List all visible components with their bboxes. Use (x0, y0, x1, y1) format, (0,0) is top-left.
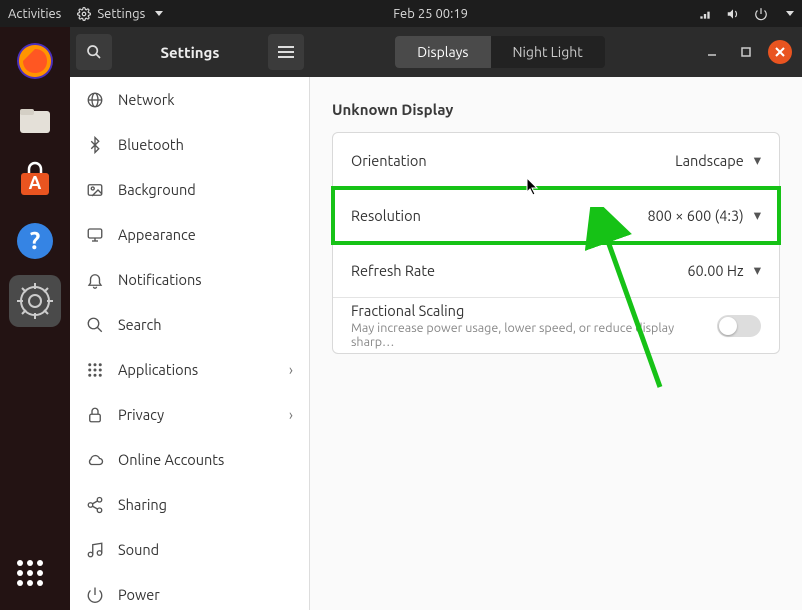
bell-icon (86, 271, 104, 289)
music-icon (86, 541, 104, 559)
grid-icon (86, 361, 104, 379)
volume-icon[interactable] (726, 7, 740, 21)
sidebar-item-notifications[interactable]: Notifications (70, 257, 309, 302)
sidebar-item-applications[interactable]: Applications › (70, 347, 309, 392)
lock-icon (86, 406, 104, 424)
network-icon[interactable] (698, 7, 712, 21)
sidebar-item-label: Online Accounts (118, 451, 224, 468)
chevron-down-icon (155, 11, 163, 16)
top-panel: Activities Settings Feb 25 00:19 (0, 0, 802, 27)
scaling-toggle[interactable] (717, 315, 761, 337)
search-button[interactable] (76, 34, 112, 70)
sidebar-item-online-accounts[interactable]: Online Accounts (70, 437, 309, 482)
settings-sidebar: Network Bluetooth Background Appearance … (70, 77, 310, 610)
display-panel: Orientation Landscape ▾ Resolution 800 ×… (332, 132, 780, 354)
sidebar-item-sharing[interactable]: Sharing (70, 482, 309, 527)
sidebar-item-label: Privacy (118, 406, 164, 423)
app-menu[interactable]: Settings (77, 7, 163, 21)
activities-button[interactable]: Activities (8, 7, 61, 21)
tab-night-light[interactable]: Night Light (491, 36, 605, 68)
dock-files[interactable] (9, 95, 61, 147)
svg-text:?: ? (30, 227, 41, 254)
sidebar-item-appearance[interactable]: Appearance (70, 212, 309, 257)
titlebar: Settings Displays Night Light (70, 27, 802, 77)
sidebar-item-label: Sound (118, 541, 159, 558)
gear-icon (77, 7, 91, 21)
minimize-button[interactable] (700, 40, 724, 64)
chevron-right-icon: › (289, 361, 293, 378)
sidebar-item-search[interactable]: Search (70, 302, 309, 347)
dock-settings[interactable] (9, 275, 61, 327)
sidebar-item-label: Applications (118, 361, 198, 378)
sidebar-item-label: Search (118, 316, 162, 333)
row-fractional-scaling[interactable]: Fractional Scaling May increase power us… (333, 298, 779, 353)
power-icon (86, 586, 104, 604)
display-settings-pane: Unknown Display Orientation Landscape ▾ … (310, 77, 802, 610)
section-title: Unknown Display (332, 101, 780, 118)
sidebar-item-background[interactable]: Background (70, 167, 309, 212)
chevron-down-icon: ▾ (754, 206, 761, 224)
dock: A ? (0, 27, 70, 610)
sidebar-item-label: Bluetooth (118, 136, 184, 153)
show-applications[interactable] (17, 560, 53, 596)
sidebar-item-label: Background (118, 181, 196, 198)
window-title: Settings (118, 44, 262, 61)
search-icon (86, 316, 104, 334)
sidebar-item-privacy[interactable]: Privacy › (70, 392, 309, 437)
tab-displays[interactable]: Displays (395, 36, 490, 68)
share-icon (86, 496, 104, 514)
globe-icon (86, 91, 104, 109)
svg-text:A: A (29, 173, 42, 193)
dock-firefox[interactable] (9, 35, 61, 87)
chevron-right-icon: › (289, 406, 293, 423)
sidebar-item-sound[interactable]: Sound (70, 527, 309, 572)
sidebar-item-label: Notifications (118, 271, 202, 288)
cloud-icon (86, 451, 104, 469)
chevron-down-icon: ▾ (754, 261, 761, 279)
sidebar-item-power[interactable]: Power (70, 572, 309, 610)
sidebar-item-label: Network (118, 91, 175, 108)
dock-help[interactable]: ? (9, 215, 61, 267)
bluetooth-icon (86, 136, 104, 154)
chevron-down-icon: ▾ (754, 151, 761, 169)
sidebar-item-label: Appearance (118, 226, 196, 243)
row-refresh-rate[interactable]: Refresh Rate 60.00 Hz ▾ (333, 243, 779, 298)
dock-software[interactable]: A (9, 155, 61, 207)
sidebar-item-network[interactable]: Network (70, 77, 309, 122)
row-resolution[interactable]: Resolution 800 × 600 (4:3) ▾ (333, 188, 779, 243)
sidebar-item-label: Sharing (118, 496, 167, 513)
hamburger-menu[interactable] (268, 34, 304, 70)
display-tabs: Displays Night Light (395, 36, 605, 68)
maximize-button[interactable] (734, 40, 758, 64)
row-orientation[interactable]: Orientation Landscape ▾ (333, 133, 779, 188)
sidebar-item-bluetooth[interactable]: Bluetooth (70, 122, 309, 167)
appearance-icon (86, 226, 104, 244)
close-button[interactable] (768, 40, 792, 64)
system-menu-caret[interactable] (786, 11, 794, 16)
background-icon (86, 181, 104, 199)
sidebar-item-label: Power (118, 586, 160, 603)
clock[interactable]: Feb 25 00:19 (163, 7, 698, 21)
power-icon[interactable] (754, 7, 768, 21)
settings-window: Settings Displays Night Light Network (70, 27, 802, 610)
